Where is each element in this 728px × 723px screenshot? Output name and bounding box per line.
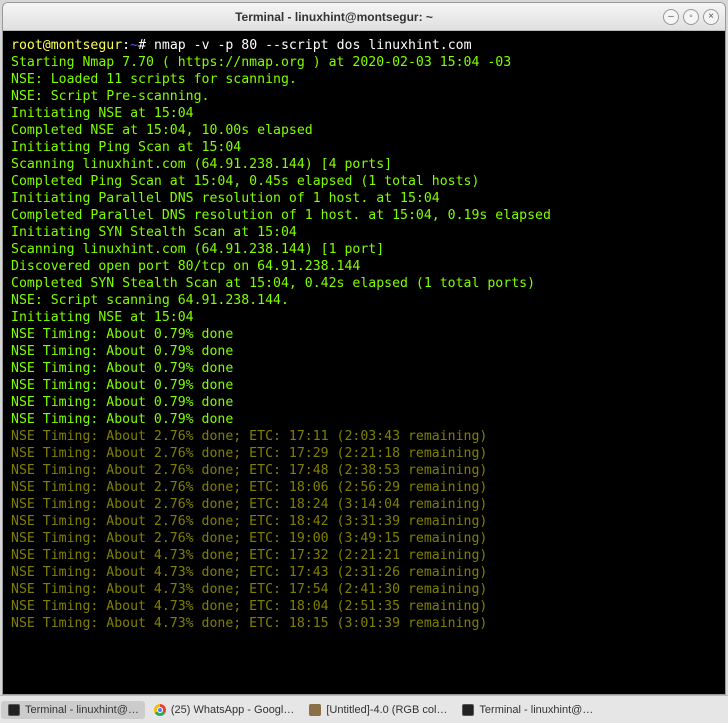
output-line: Initiating SYN Stealth Scan at 15:04 [11, 225, 297, 240]
terminal-window: Terminal - linuxhint@montsegur: ~ – ◦ × … [2, 2, 726, 695]
output-line: NSE Timing: About 0.79% done [11, 395, 233, 410]
close-button[interactable]: × [703, 9, 719, 25]
output-line: NSE Timing: About 2.76% done; ETC: 17:11… [11, 429, 487, 444]
chrome-icon [153, 703, 167, 717]
output-line: Completed NSE at 15:04, 10.00s elapsed [11, 123, 313, 138]
output-line: NSE Timing: About 4.73% done; ETC: 17:32… [11, 548, 487, 563]
output-line: Scanning linuxhint.com (64.91.238.144) [… [11, 242, 384, 257]
output-line: NSE Timing: About 0.79% done [11, 378, 233, 393]
output-line: NSE Timing: About 2.76% done; ETC: 19:00… [11, 531, 487, 546]
output-line: NSE Timing: About 4.73% done; ETC: 17:43… [11, 565, 487, 580]
output-line: Initiating Ping Scan at 15:04 [11, 140, 241, 155]
output-line: Completed SYN Stealth Scan at 15:04, 0.4… [11, 276, 535, 291]
prompt-hash: # [138, 38, 154, 53]
output-line: Completed Parallel DNS resolution of 1 h… [11, 208, 551, 223]
gimp-icon [308, 703, 322, 717]
output-line: Initiating NSE at 15:04 [11, 106, 194, 121]
taskbar-label: (25) WhatsApp - Googl… [171, 704, 295, 716]
terminal-body[interactable]: root@montsegur:~# nmap -v -p 80 --script… [3, 31, 725, 694]
window-title: Terminal - linuxhint@montsegur: ~ [235, 10, 433, 24]
output-line: NSE Timing: About 0.79% done [11, 361, 233, 376]
output-line: NSE Timing: About 2.76% done; ETC: 18:42… [11, 514, 487, 529]
output-line: NSE Timing: About 0.79% done [11, 327, 233, 342]
output-line: NSE Timing: About 0.79% done [11, 412, 233, 427]
prompt-user-host: root@montsegur [11, 38, 122, 53]
output-line: Initiating Parallel DNS resolution of 1 … [11, 191, 440, 206]
output-line: Initiating NSE at 15:04 [11, 310, 194, 325]
taskbar-label: Terminal - linuxhint@… [25, 704, 139, 716]
command-text: nmap -v -p 80 --script dos linuxhint.com [154, 38, 472, 53]
terminal-icon [7, 703, 21, 717]
output-line: NSE Timing: About 4.73% done; ETC: 18:04… [11, 599, 487, 614]
terminal-icon [461, 703, 475, 717]
output-line: Starting Nmap 7.70 ( https://nmap.org ) … [11, 55, 511, 70]
output-line: NSE: Script Pre-scanning. [11, 89, 210, 104]
maximize-button[interactable]: ◦ [683, 9, 699, 25]
output-line: NSE Timing: About 4.73% done; ETC: 18:15… [11, 616, 487, 631]
minimize-button[interactable]: – [663, 9, 679, 25]
output-line: NSE Timing: About 2.76% done; ETC: 18:24… [11, 497, 487, 512]
titlebar[interactable]: Terminal - linuxhint@montsegur: ~ – ◦ × [3, 3, 725, 31]
output-line: NSE Timing: About 0.79% done [11, 344, 233, 359]
taskbar[interactable]: Terminal - linuxhint@… (25) WhatsApp - G… [0, 695, 728, 723]
output-line: Scanning linuxhint.com (64.91.238.144) [… [11, 157, 392, 172]
output-line: Completed Ping Scan at 15:04, 0.45s elap… [11, 174, 479, 189]
output-line: NSE: Loaded 11 scripts for scanning. [11, 72, 297, 87]
output-line: NSE Timing: About 2.76% done; ETC: 17:29… [11, 446, 487, 461]
prompt-path: ~ [130, 38, 138, 53]
prompt-colon: : [122, 38, 130, 53]
taskbar-item-terminal-1[interactable]: Terminal - linuxhint@… [1, 701, 145, 719]
output-line: NSE Timing: About 4.73% done; ETC: 17:54… [11, 582, 487, 597]
output-line: NSE: Script scanning 64.91.238.144. [11, 293, 289, 308]
taskbar-label: Terminal - linuxhint@… [479, 704, 593, 716]
taskbar-item-gimp[interactable]: [Untitled]-4.0 (RGB col… [302, 701, 453, 719]
output-line: Discovered open port 80/tcp on 64.91.238… [11, 259, 360, 274]
taskbar-item-terminal-2[interactable]: Terminal - linuxhint@… [455, 701, 599, 719]
output-line: NSE Timing: About 2.76% done; ETC: 18:06… [11, 480, 487, 495]
taskbar-item-chrome[interactable]: (25) WhatsApp - Googl… [147, 701, 301, 719]
output-line: NSE Timing: About 2.76% done; ETC: 17:48… [11, 463, 487, 478]
taskbar-label: [Untitled]-4.0 (RGB col… [326, 704, 447, 716]
